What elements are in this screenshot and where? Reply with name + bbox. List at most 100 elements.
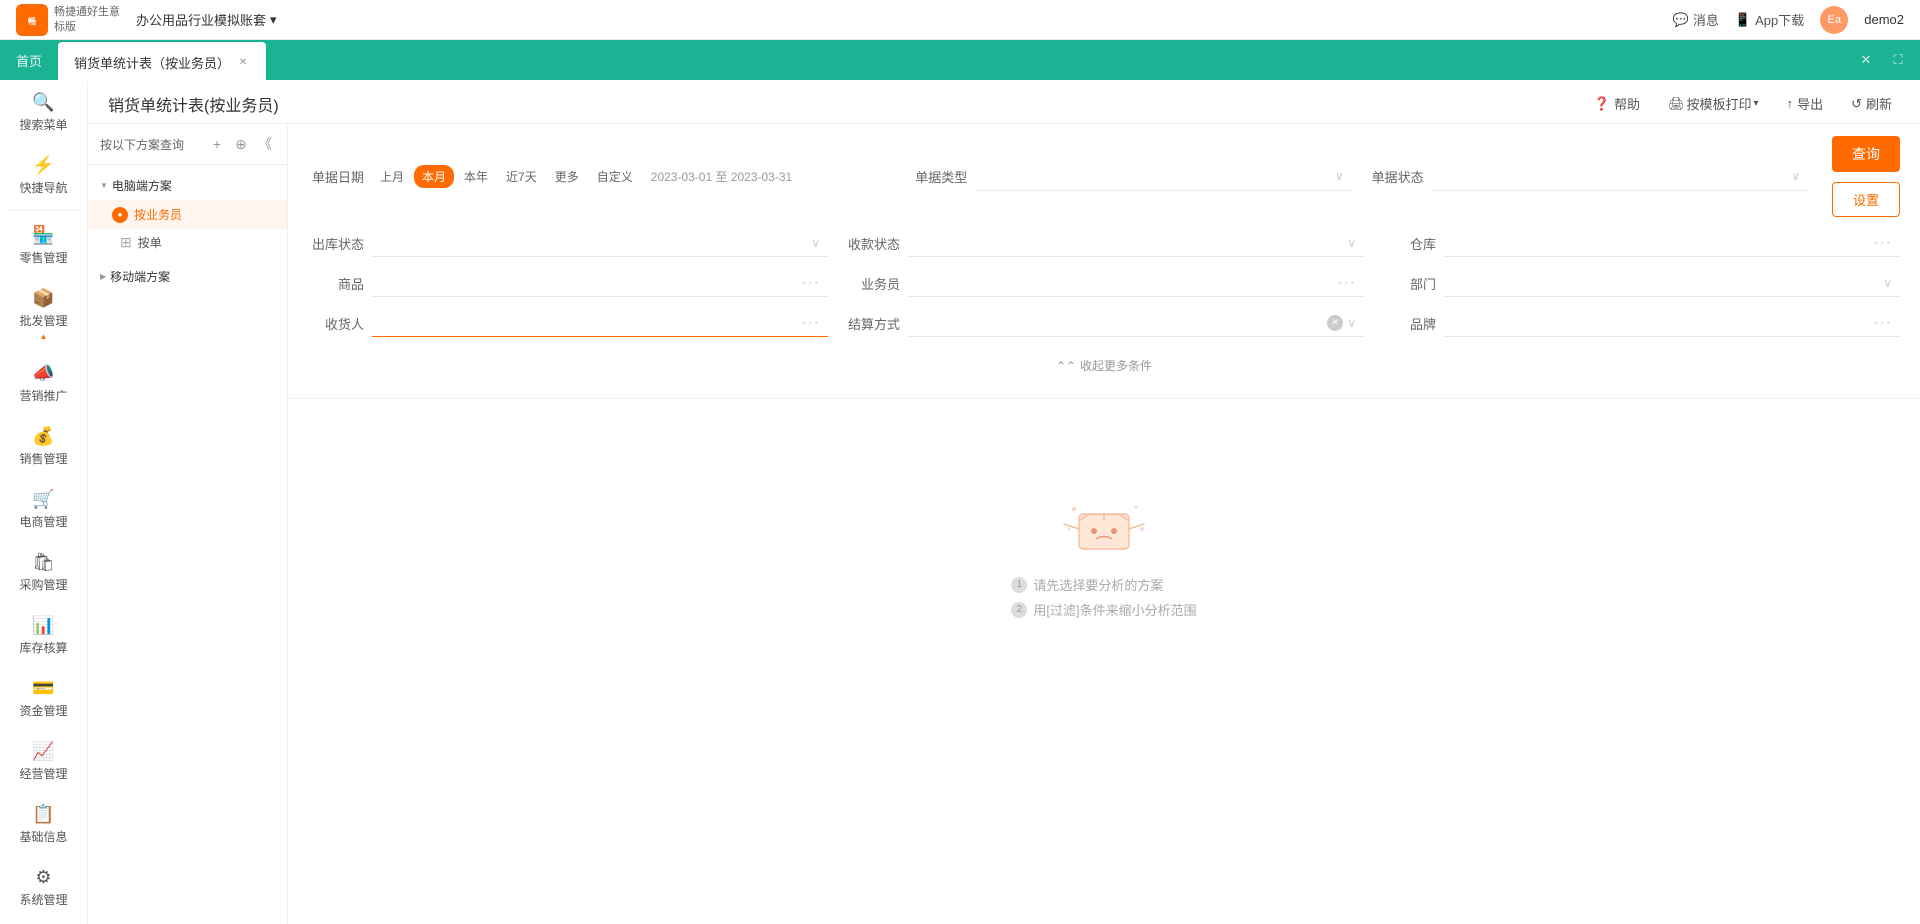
help-icon: ❓ bbox=[1594, 96, 1610, 112]
date-tab-this-year[interactable]: 本年 bbox=[456, 165, 496, 188]
page-header: 销货单统计表(按业务员) ❓ 帮助 🖨 按模板打印 ▾ ↑ 导出 bbox=[88, 80, 1920, 124]
export-button[interactable]: ↑ 导出 bbox=[1779, 90, 1832, 117]
scheme-group-header-mobile[interactable]: ▶ 移动端方案 bbox=[88, 262, 287, 291]
header-actions: ❓ 帮助 🖨 按模板打印 ▾ ↑ 导出 ↺ 刷新 bbox=[1586, 90, 1900, 117]
sidebar-item-retail[interactable]: 🏪 零售管理 bbox=[4, 215, 83, 276]
goods-inner: ··· bbox=[380, 274, 820, 292]
staff-control[interactable]: ··· bbox=[908, 269, 1364, 297]
tab-home[interactable]: 首页 bbox=[0, 40, 58, 80]
filter-row-4: 收货人 ··· 结算方式 bbox=[308, 309, 1900, 337]
scheme-settings-button[interactable]: ⊕ bbox=[231, 134, 251, 154]
page-content: 按以下方案查询 + ⊕ 《 ▼ 电脑端方案 bbox=[88, 124, 1920, 924]
collapse-up-icon: ⌃⌃ bbox=[1056, 359, 1076, 373]
scheme-group-label: 移动端方案 bbox=[110, 268, 170, 285]
scheme-group-header-desktop[interactable]: ▼ 电脑端方案 bbox=[88, 171, 287, 200]
refresh-icon: ↺ bbox=[1851, 96, 1862, 112]
dept-control[interactable]: ∨ bbox=[1444, 269, 1900, 297]
sidebar-item-label: 采购管理 bbox=[19, 576, 67, 593]
brand-control[interactable]: ··· bbox=[1444, 309, 1900, 337]
sidebar-item-search[interactable]: 🔍 搜索菜单 bbox=[4, 82, 83, 143]
sidebar-item-basic-info[interactable]: 📋 基础信息 bbox=[4, 794, 83, 855]
main-layout: 🔍 搜索菜单 ⚡ 快捷导航 🏪 零售管理 📦 批发管理 ▲ 📣 营销推广 bbox=[0, 80, 1920, 924]
dots-icon: ··· bbox=[1337, 274, 1356, 292]
logo-area[interactable]: 畅 畅捷通好生意 标版 bbox=[16, 4, 120, 36]
receipt-status-inner: ∨ bbox=[916, 236, 1356, 250]
sidebar-item-label: 营销推广 bbox=[19, 387, 67, 404]
top-bar: 畅 畅捷通好生意 标版 办公用品行业模拟账套 ▾ 💬 消息 📱 App下载 bbox=[0, 0, 1920, 40]
tab-close-icon[interactable]: ✕ bbox=[236, 55, 250, 69]
tab-sales-stat[interactable]: 销货单统计表（按业务员） ✕ bbox=[58, 42, 266, 82]
filter-item-doc-status: 单据状态 ∨ bbox=[1368, 163, 1808, 191]
app-selector[interactable]: 办公用品行业模拟账套 ▾ bbox=[128, 6, 285, 33]
dept-label: 部门 bbox=[1380, 274, 1436, 293]
sidebar-item-system[interactable]: ⚙ 系统管理 bbox=[4, 857, 83, 918]
scheme-item-by-staff[interactable]: ● 按业务员 bbox=[88, 200, 287, 229]
sidebar-item-wholesale[interactable]: 📦 批发管理 ▲ bbox=[4, 278, 83, 351]
collapse-triangle-icon: ▶ bbox=[100, 272, 106, 281]
chevron-down-icon: ▾ bbox=[1754, 98, 1759, 109]
sales-icon: 💰 bbox=[32, 426, 54, 447]
filter-item-ship-status: 出库状态 ∨ bbox=[308, 229, 828, 257]
scheme-add-button[interactable]: + bbox=[207, 134, 227, 154]
dots-icon: ··· bbox=[801, 274, 820, 292]
payment-clear-icon[interactable]: ✕ bbox=[1327, 315, 1343, 331]
refresh-button[interactable]: ↺ 刷新 bbox=[1843, 90, 1900, 117]
payment-control[interactable]: ✕ ∨ bbox=[908, 309, 1364, 337]
settings-button[interactable]: 设置 bbox=[1832, 182, 1900, 217]
main-filter-panel: 单据日期 上月 本月 本年 近7天 更多 自定义 2023-03-01 至 20… bbox=[288, 124, 1920, 924]
sidebar-item-label: 电商管理 bbox=[19, 513, 67, 530]
goods-control[interactable]: ··· bbox=[372, 269, 828, 297]
sidebar-item-quick-nav[interactable]: ⚡ 快捷导航 bbox=[4, 145, 83, 206]
filter-item-staff: 业务员 ··· bbox=[844, 269, 1364, 297]
message-button[interactable]: 💬 消息 bbox=[1673, 10, 1719, 29]
doc-status-inner: ∨ bbox=[1440, 169, 1800, 183]
dots-icon: ··· bbox=[1873, 314, 1892, 332]
sidebar-item-purchase[interactable]: 🛍 采购管理 bbox=[4, 542, 83, 603]
sidebar-item-inventory[interactable]: 📊 库存核算 bbox=[4, 605, 83, 666]
consignee-control[interactable]: ··· bbox=[372, 309, 828, 337]
tab-close-all-button[interactable]: ✕ bbox=[1852, 46, 1880, 74]
scheme-collapse-button[interactable]: 《 bbox=[255, 134, 275, 154]
scheme-sub-item-by-order[interactable]: ⊞ 按单 bbox=[88, 229, 287, 256]
doc-status-control[interactable]: ∨ bbox=[1432, 163, 1808, 191]
filter-row-1: 单据日期 上月 本月 本年 近7天 更多 自定义 2023-03-01 至 20… bbox=[308, 136, 1900, 217]
help-button[interactable]: ❓ 帮助 bbox=[1586, 90, 1648, 117]
query-button[interactable]: 查询 bbox=[1832, 136, 1900, 172]
date-tab-more[interactable]: 更多 bbox=[547, 165, 587, 188]
sidebar-item-ecommerce[interactable]: 🛒 电商管理 bbox=[4, 479, 83, 540]
user-name[interactable]: demo2 bbox=[1864, 12, 1904, 27]
sidebar-item-operations[interactable]: 📈 经营管理 bbox=[4, 731, 83, 792]
collapse-row: ⌃⌃ 收起更多条件 bbox=[308, 349, 1900, 386]
collapse-filters-button[interactable]: ⌃⌃ 收起更多条件 bbox=[1044, 353, 1164, 378]
date-tab-last-7[interactable]: 近7天 bbox=[498, 165, 545, 188]
filter-item-dept: 部门 ∨ bbox=[1380, 269, 1900, 297]
scheme-panel: 按以下方案查询 + ⊕ 《 ▼ 电脑端方案 bbox=[88, 124, 288, 924]
print-button[interactable]: 🖨 按模板打印 ▾ bbox=[1660, 90, 1767, 117]
warehouse-control[interactable]: ··· bbox=[1444, 229, 1900, 257]
date-tab-custom[interactable]: 自定义 bbox=[589, 165, 641, 188]
doc-status-label: 单据状态 bbox=[1368, 167, 1424, 186]
app-download-button[interactable]: 📱 App下载 bbox=[1735, 10, 1804, 29]
dots-icon: ··· bbox=[1873, 234, 1892, 252]
ship-status-inner: ∨ bbox=[380, 236, 820, 250]
date-tab-this-month[interactable]: 本月 bbox=[414, 165, 454, 188]
filter-item-payment: 结算方式 ✕ ∨ bbox=[844, 309, 1364, 337]
filter-item-warehouse: 仓库 ··· bbox=[1380, 229, 1900, 257]
ship-status-control[interactable]: ∨ bbox=[372, 229, 828, 257]
user-avatar[interactable]: Ea bbox=[1820, 6, 1848, 34]
sidebar-item-marketing[interactable]: 📣 营销推广 bbox=[4, 353, 83, 414]
tip-num-2: 2 bbox=[1011, 602, 1027, 618]
doc-type-control[interactable]: ∨ bbox=[975, 163, 1351, 191]
sidebar-item-finance[interactable]: 💳 资金管理 bbox=[4, 668, 83, 729]
tab-maximize-button[interactable]: ⛶ bbox=[1884, 46, 1912, 74]
date-tab-last-month[interactable]: 上月 bbox=[372, 165, 412, 188]
sidebar-item-enterprise[interactable]: 🤝 企业协同 bbox=[4, 920, 83, 924]
consignee-inner: ··· bbox=[380, 314, 820, 332]
filter-row-3: 商品 ··· 业务员 bbox=[308, 269, 1900, 297]
sidebar-item-sales[interactable]: 💰 销售管理 bbox=[4, 416, 83, 477]
receipt-status-control[interactable]: ∨ bbox=[908, 229, 1364, 257]
expand-triangle-icon: ▼ bbox=[100, 181, 108, 190]
payment-label: 结算方式 bbox=[844, 314, 900, 333]
goods-label: 商品 bbox=[308, 274, 364, 293]
export-icon: ↑ bbox=[1787, 96, 1794, 111]
